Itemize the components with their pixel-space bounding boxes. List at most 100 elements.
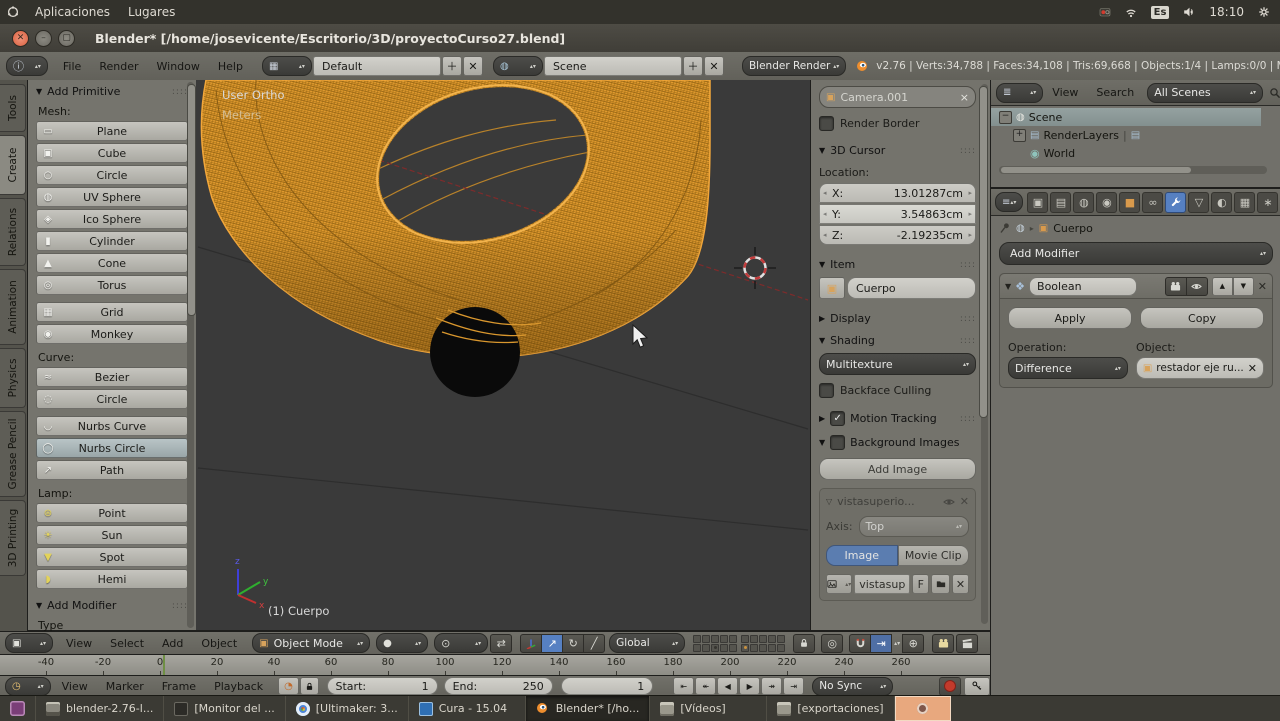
menu-lugares[interactable]: Lugares [119,5,184,19]
properties-tab-texture[interactable]: ▦ [1234,191,1256,213]
properties-tab-particles[interactable]: ∗ [1257,191,1279,213]
collapse-icon[interactable]: − [999,110,1012,124]
outliner-menu-search[interactable]: Search [1087,86,1143,99]
properties-tab-object-data[interactable]: ▽ [1188,191,1210,213]
screen-recorder-icon[interactable] [1099,6,1111,18]
editor-type-button[interactable]: ▣ ▴▾ [5,633,53,653]
layer-cell[interactable] [729,634,738,643]
properties-tab-scene[interactable]: ◍ [1073,191,1095,213]
viewport-shading-select[interactable]: ● ▴▾ [376,633,429,653]
layer-cell[interactable] [702,643,711,652]
info-menu-file[interactable]: File [54,60,90,73]
add-plane-button[interactable]: ▭ Plane [36,121,188,141]
panel-header-display[interactable]: ▶ Display:::: [819,312,976,325]
object-select-field[interactable]: ▣ restador eje ru... ✕ [1135,357,1264,379]
outliner-row-world[interactable]: ◉ World [999,144,1280,162]
image-datablock-name[interactable]: vistasup [854,574,911,594]
layers-widget[interactable] [693,634,786,652]
render-engine-select[interactable]: Blender Render ▴▾ [741,56,847,76]
panel-header-add-primitive[interactable]: ▼ Add Primitive :::: [36,85,188,98]
add-circle-button[interactable]: ○ Circle [36,165,188,185]
panel-header-background-images[interactable]: ▼ Background Images [819,435,976,450]
layer-cell[interactable] [759,634,768,643]
add-modifier-select[interactable]: Add Modifier ▴▾ [999,242,1273,265]
session-gear-icon[interactable] [1258,6,1270,18]
jump-to-start-button[interactable]: ⇤ [673,677,695,695]
collapse-triangle[interactable]: ▽ [826,497,832,506]
keyboard-layout-indicator[interactable]: Es [1150,5,1170,19]
close-button[interactable]: ✕ [12,29,29,47]
add-cylinder-button[interactable]: ▮ Cylinder [36,231,188,251]
info-menu-help[interactable]: Help [209,60,252,73]
layer-cell[interactable] [711,634,720,643]
outliner-row-renderlayers[interactable]: + ▤ RenderLayers | ▤ [999,126,1280,144]
jump-to-end-button[interactable]: ⇥ [783,677,805,695]
panel-header-motion-tracking[interactable]: ▶ ✓ Motion Tracking:::: [819,411,976,426]
layer-cell[interactable] [720,634,729,643]
editor-type-button[interactable]: ⓘ ▴▾ [6,56,48,76]
timeline-menu-playback[interactable]: Playback [205,680,272,693]
properties-tab-render[interactable]: ▣ [1027,191,1049,213]
operation-select[interactable]: Difference ▴▾ [1008,357,1128,379]
panel-header-add-modifier[interactable]: ▼ Add Modifier :::: [36,599,188,612]
snap-element-button[interactable]: ⇥ [871,633,893,653]
layout-name-field[interactable]: Default [312,56,441,76]
scene-name-field[interactable]: Scene [543,56,682,76]
clear-object-icon[interactable]: ✕ [1248,362,1257,375]
render-border-checkbox[interactable] [819,116,834,131]
add-ico-sphere-button[interactable]: ◈ Ico Sphere [36,209,188,229]
start-frame-field[interactable]: Start: 1 [326,677,438,695]
layer-cell[interactable] [768,634,777,643]
panel-header-shading[interactable]: ▼ Shading:::: [819,334,976,347]
delete-modifier-icon[interactable]: ✕ [1258,280,1267,293]
outliner-menu-view[interactable]: View [1043,86,1087,99]
properties-tab-constraints[interactable]: ∞ [1142,191,1164,213]
preview-range-button[interactable]: ◔ [278,677,299,695]
maximize-button[interactable]: ▢ [58,29,75,47]
layer-group-0[interactable] [693,634,738,652]
add-scene-button[interactable]: ＋ [682,56,703,76]
toolshelf-scrollbar-thumb[interactable] [187,84,196,316]
pivot-point-select[interactable]: ⊙ ▴▾ [434,633,489,653]
layer-cell[interactable] [777,634,786,643]
add-image-button[interactable]: Add Image [819,458,976,480]
layer-cell[interactable] [759,643,768,652]
add-torus-button[interactable]: ◎ Torus [36,275,188,295]
taskbar-item-recorder[interactable] [894,696,951,721]
toolshelf-tab-physics[interactable]: Physics [0,348,26,408]
timeline-ruler[interactable]: -40 -20 0 20 40 60 80 100 120 140 160 180 200 220 240 2… [0,654,990,675]
rotate-manipulator-button[interactable]: ↻ [563,633,585,653]
wifi-icon[interactable] [1125,6,1137,18]
editor-type-button[interactable]: ≣ ▴▾ [996,82,1044,103]
prev-keyframe-button[interactable]: ↞ [695,677,717,695]
layer-cell[interactable] [777,643,786,652]
add-point-button[interactable]: ⊛ Point [36,503,188,523]
manipulator-toggle[interactable]: ⇄ [490,633,513,653]
ubuntu-logo-icon[interactable] [0,6,26,18]
toolshelf-tab-animation[interactable]: Animation [0,269,26,345]
scene-breadcrumb-icon[interactable]: ◍ [1016,223,1025,234]
add-grid-button[interactable]: ▦ Grid [36,302,188,322]
move-modifier-up-button[interactable]: ▲ [1211,276,1233,296]
window-list-applet-icon[interactable] [0,696,36,721]
camera-name-field[interactable]: Camera.001 [840,91,908,104]
collapse-triangle[interactable]: ▼ [1005,282,1011,291]
properties-tab-render-layers[interactable]: ▤ [1050,191,1072,213]
lock-range-button[interactable] [299,677,319,695]
taskbar-item-monitor-del[interactable]: [Monitor del ... [164,696,286,721]
item-name-field[interactable]: Cuerpo [847,277,976,299]
unlink-image-button[interactable]: ✕ [952,574,969,594]
record-button[interactable] [939,676,961,696]
play-button[interactable]: ▶ [739,677,761,695]
current-frame-field[interactable]: 1 [560,677,654,695]
volume-icon[interactable] [1183,6,1195,18]
renderlayer-icon[interactable]: ▤ [1131,130,1140,141]
viewport-menu-view[interactable]: View [57,637,101,650]
scene-icon-button[interactable]: ◍ ▴▾ [492,56,543,76]
translate-manipulator-button[interactable]: ↗ [542,633,564,653]
sync-mode-select[interactable]: No Sync ▴▾ [812,676,894,696]
add-path-button[interactable]: ↗ Path [36,460,188,480]
layer-cell[interactable] [741,643,750,652]
taskbar-item-blender-ho[interactable]: Blender* [/ho... [525,696,651,721]
apply-button[interactable]: Apply [1008,307,1132,329]
